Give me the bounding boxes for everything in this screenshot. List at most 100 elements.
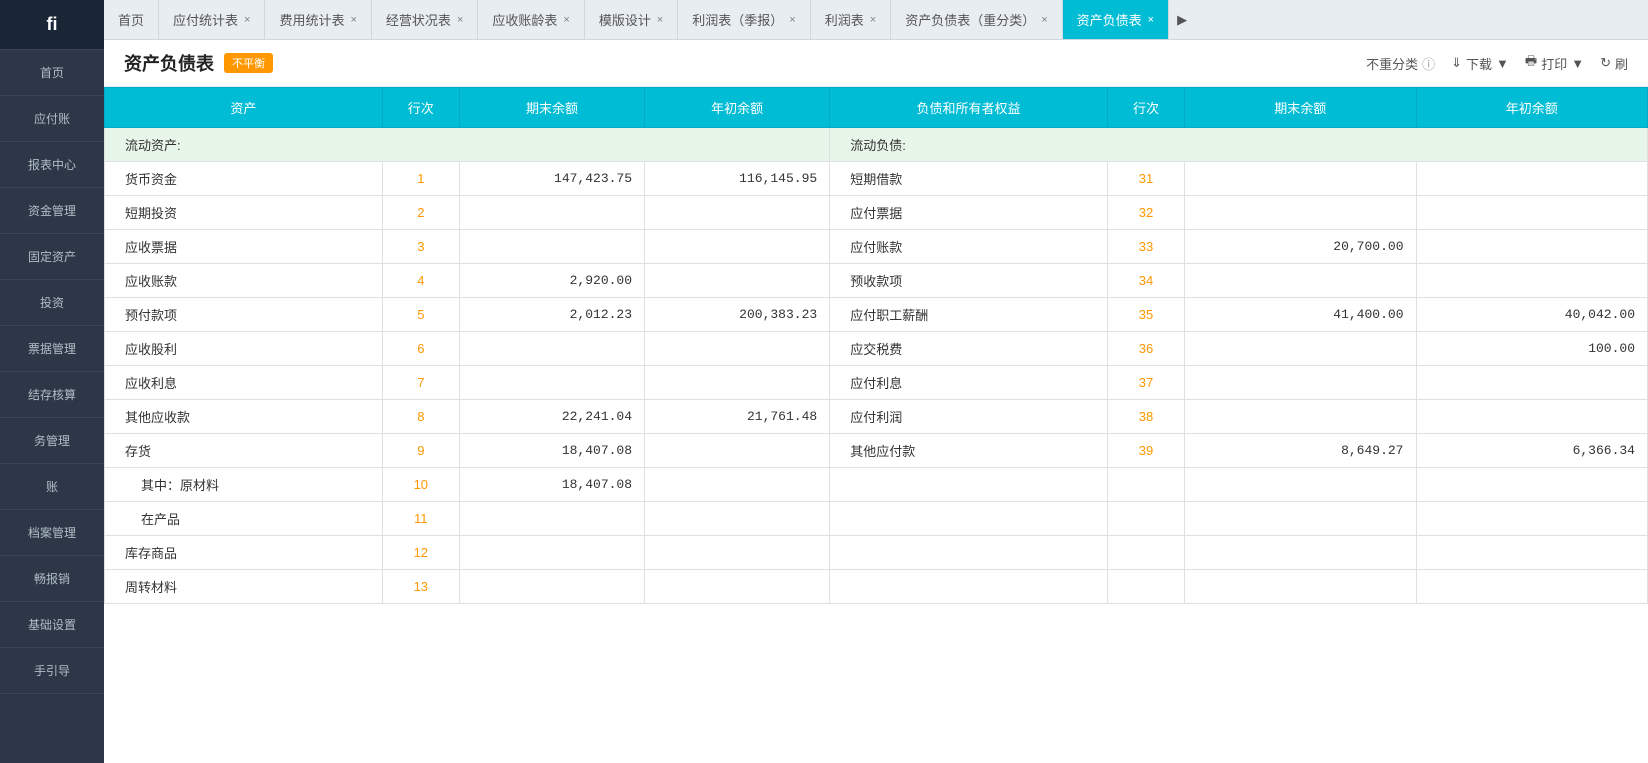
cell-row-num2: 32 (1107, 196, 1184, 230)
download-button[interactable]: ⇓ 下载 ▼ (1451, 54, 1509, 73)
section-liab-label: 流动负债: (830, 128, 1648, 162)
table-row: 货币资金 1 147,423.75 116,145.95 短期借款 31 (105, 162, 1648, 196)
cell-row-num: 12 (382, 536, 459, 570)
sidebar-item-basic[interactable]: 基础设置 (0, 602, 104, 648)
cell-row-num: 5 (382, 298, 459, 332)
table-row: 应收账款 4 2,920.00 预收款项 34 (105, 264, 1648, 298)
cell-liab: 应付职工薪酬 (830, 298, 1108, 332)
cell-year-start2 (1416, 400, 1648, 434)
sidebar-item-invest[interactable]: 投资 (0, 280, 104, 326)
table-row: 周转材料 13 (105, 570, 1648, 604)
page-header: 资产负债表 不平衡 不重分类 ⓘ ⇓ 下载 ▼ 🖶 打印 ▼ ↻ 刷 (104, 40, 1648, 87)
page-title-area: 资产负债表 不平衡 (124, 50, 273, 76)
cell-asset: 周转材料 (105, 570, 383, 604)
tab-operation[interactable]: 经营状况表 × (372, 0, 478, 40)
sidebar-item-settle[interactable]: 结存核算 (0, 372, 104, 418)
tab-home[interactable]: 首页 (104, 0, 159, 40)
close-tab-expense-stat[interactable]: × (350, 14, 356, 26)
th-year-start: 年初余额 (645, 88, 830, 128)
cell-row-num2 (1107, 502, 1184, 536)
sidebar-item-report-center[interactable]: 报表中心 (0, 142, 104, 188)
th-row-num: 行次 (382, 88, 459, 128)
cell-end-balance: 18,407.08 (459, 434, 644, 468)
sidebar-item-bill[interactable]: 票据管理 (0, 326, 104, 372)
tab-template[interactable]: 模版设计 × (585, 0, 678, 40)
cell-liab (830, 536, 1108, 570)
table-row: 存货 9 18,407.08 其他应付款 39 8,649.27 6,366.3… (105, 434, 1648, 468)
refresh-icon: ↻ (1600, 55, 1611, 71)
cell-row-num2: 34 (1107, 264, 1184, 298)
sidebar-item-sale[interactable]: 畅报销 (0, 556, 104, 602)
sidebar-item-home[interactable]: 首页 (0, 50, 104, 96)
tab-balance-reclass[interactable]: 资产负债表（重分类） × (891, 0, 1062, 40)
sidebar-item-cash[interactable]: 资金管理 (0, 188, 104, 234)
cell-asset: 应收账款 (105, 264, 383, 298)
sidebar-logo: fi (0, 0, 104, 50)
sidebar-item-archive[interactable]: 档案管理 (0, 510, 104, 556)
table-row: 库存商品 12 (105, 536, 1648, 570)
close-tab-balance[interactable]: × (1148, 14, 1154, 26)
cell-year-start: 200,383.23 (645, 298, 830, 332)
cell-asset: 其中：原材料 (105, 468, 383, 502)
sidebar-item-fixed-asset[interactable]: 固定资产 (0, 234, 104, 280)
cell-end-balance (459, 230, 644, 264)
tab-scroll-right[interactable]: ▶ (1169, 0, 1195, 40)
cell-row-num: 11 (382, 502, 459, 536)
close-tab-template[interactable]: × (657, 14, 663, 26)
tab-payable-stat[interactable]: 应付统计表 × (159, 0, 265, 40)
cell-row-num2 (1107, 536, 1184, 570)
cell-row-num2: 37 (1107, 366, 1184, 400)
cell-end-balance2: 20,700.00 (1185, 230, 1416, 264)
close-tab-profit[interactable]: × (870, 14, 876, 26)
no-reclass-option[interactable]: 不重分类 ⓘ (1366, 54, 1435, 73)
tab-expense-stat[interactable]: 费用统计表 × (265, 0, 371, 40)
cell-year-start (645, 366, 830, 400)
tab-profit[interactable]: 利润表 × (811, 0, 891, 40)
cell-end-balance (459, 366, 644, 400)
cell-liab: 预收款项 (830, 264, 1108, 298)
cell-end-balance2 (1185, 264, 1416, 298)
cell-year-start (645, 332, 830, 366)
cell-asset: 应收股利 (105, 332, 383, 366)
cell-row-num: 8 (382, 400, 459, 434)
tab-receivable-age[interactable]: 应收账龄表 × (478, 0, 584, 40)
print-button[interactable]: 🖶 打印 ▼ (1525, 52, 1584, 74)
sidebar-item-biz-mgmt[interactable]: 务管理 (0, 418, 104, 464)
unbalanced-badge: 不平衡 (224, 53, 273, 73)
cell-end-balance2: 8,649.27 (1185, 434, 1416, 468)
tab-balance[interactable]: 资产负债表 × (1063, 0, 1169, 40)
sidebar-item-account[interactable]: 账 (0, 464, 104, 510)
close-tab-payable-stat[interactable]: × (244, 14, 250, 26)
cell-liab: 应交税费 (830, 332, 1108, 366)
cell-year-start (645, 570, 830, 604)
cell-year-start (645, 468, 830, 502)
download-icon: ⇓ (1451, 55, 1462, 71)
close-tab-receivable-age[interactable]: × (563, 14, 569, 26)
close-tab-operation[interactable]: × (457, 14, 463, 26)
th-liab-equity: 负债和所有者权益 (830, 88, 1108, 128)
table-row: 应收利息 7 应付利息 37 (105, 366, 1648, 400)
sidebar-item-guide[interactable]: 手引导 (0, 648, 104, 694)
cell-year-start2 (1416, 570, 1648, 604)
table-row: 短期投资 2 应付票据 32 (105, 196, 1648, 230)
cell-end-balance: 147,423.75 (459, 162, 644, 196)
cell-row-num2: 38 (1107, 400, 1184, 434)
cell-end-balance (459, 536, 644, 570)
close-tab-profit-q[interactable]: × (789, 14, 795, 26)
sidebar-item-payable[interactable]: 应付账 (0, 96, 104, 142)
cell-liab (830, 502, 1108, 536)
print-chevron-icon: ▼ (1571, 56, 1584, 71)
cell-row-num2: 33 (1107, 230, 1184, 264)
cell-row-num: 13 (382, 570, 459, 604)
tab-profit-q[interactable]: 利润表（季报） × (678, 0, 810, 40)
refresh-button[interactable]: ↻ 刷 (1600, 54, 1628, 73)
cell-liab (830, 468, 1108, 502)
cell-liab: 应付利润 (830, 400, 1108, 434)
cell-year-start2 (1416, 196, 1648, 230)
cell-year-start: 21,761.48 (645, 400, 830, 434)
cell-row-num: 7 (382, 366, 459, 400)
sidebar: fi 首页 应付账 报表中心 资金管理 固定资产 投资 票据管理 结存核算 务管… (0, 0, 104, 763)
cell-liab (830, 570, 1108, 604)
cell-year-start (645, 434, 830, 468)
close-tab-balance-reclass[interactable]: × (1041, 14, 1047, 26)
